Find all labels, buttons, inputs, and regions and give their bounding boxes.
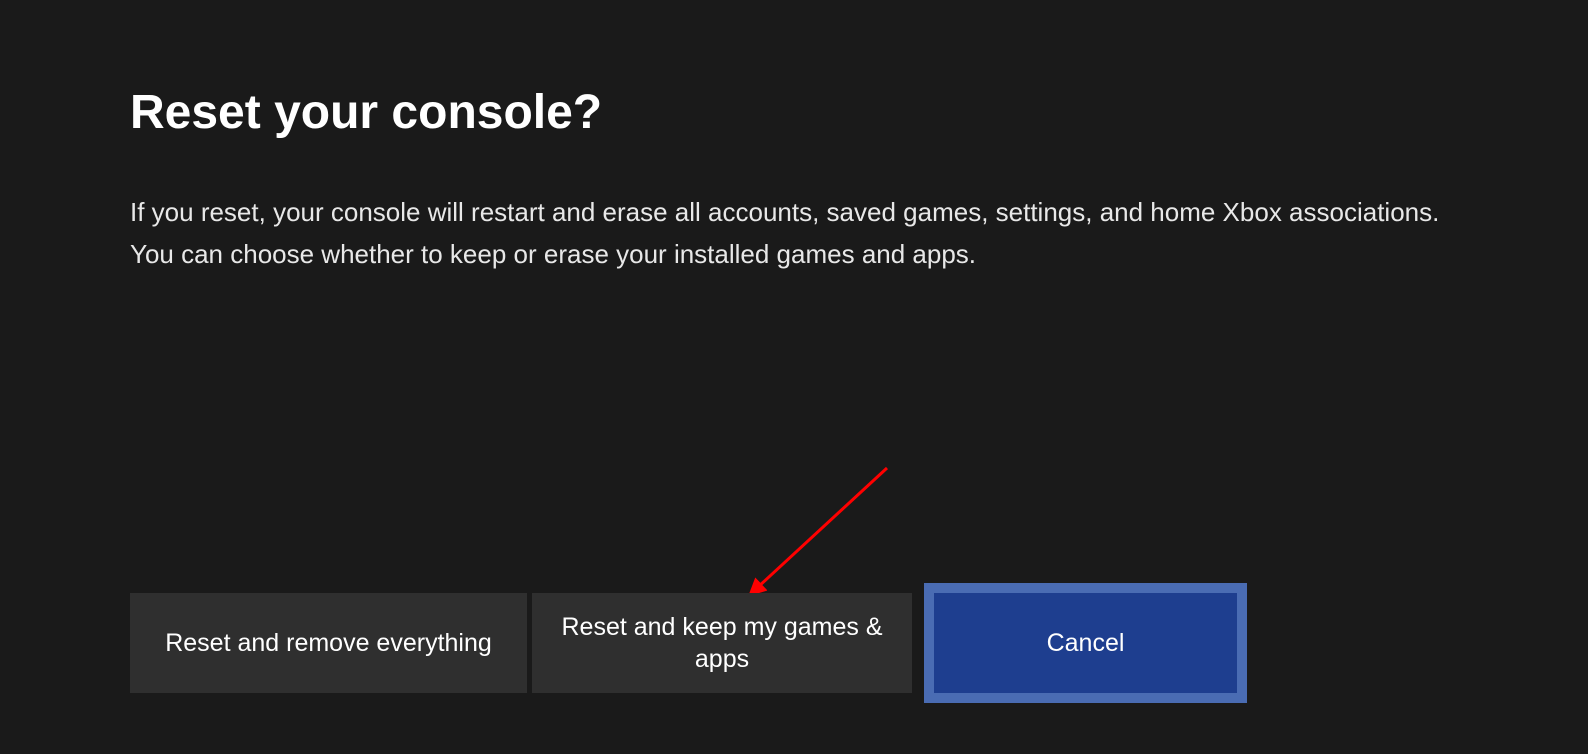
dialog-description: If you reset, your console will restart … <box>130 192 1440 275</box>
reset-remove-button[interactable]: Reset and remove everything <box>130 593 527 693</box>
cancel-button-focus-ring: Cancel <box>924 583 1247 703</box>
cancel-button[interactable]: Cancel <box>934 593 1237 693</box>
dialog-content: Reset your console? If you reset, your c… <box>0 0 1588 275</box>
button-row: Reset and remove everything Reset and ke… <box>130 593 1247 703</box>
dialog-title: Reset your console? <box>130 85 1458 140</box>
reset-keep-button[interactable]: Reset and keep my games & apps <box>532 593 912 693</box>
arrow-annotation-icon <box>742 460 902 605</box>
